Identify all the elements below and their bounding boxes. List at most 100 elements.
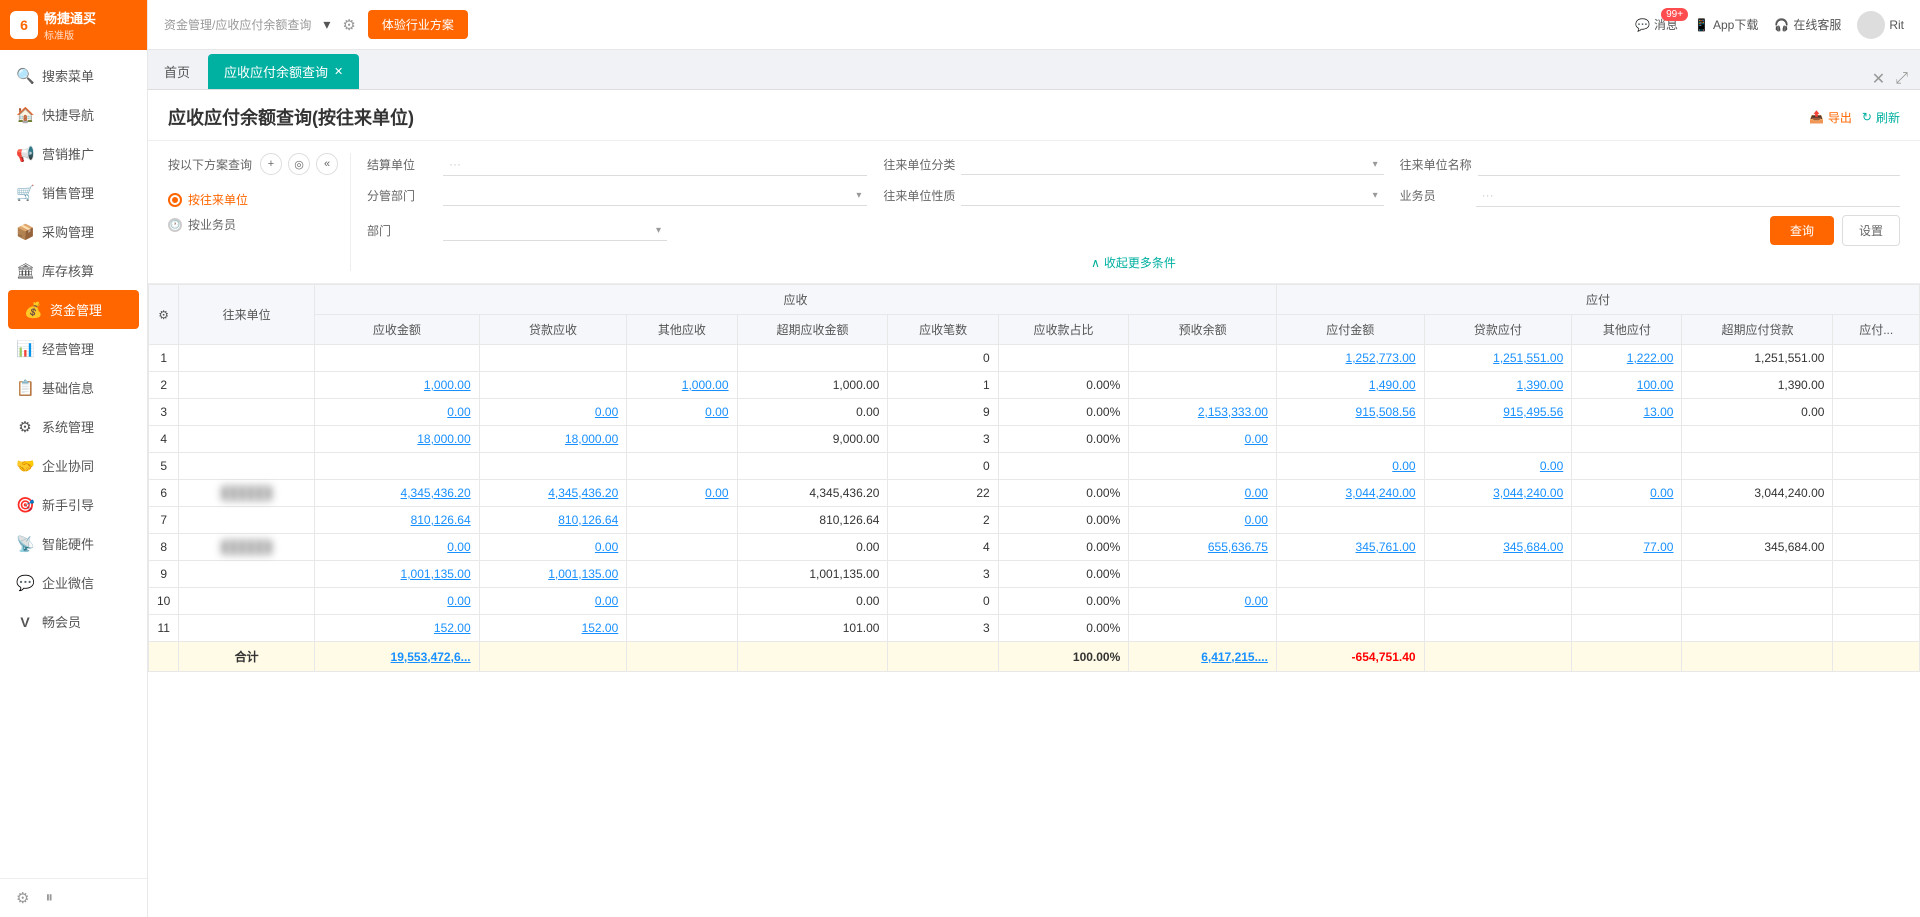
tab-maximize-icon[interactable]: ⤢ — [1895, 70, 1908, 88]
department-arrow: ▾ — [656, 225, 661, 236]
filter-area: 按以下方案查询 + ◎ « 按往来单位 — [148, 141, 1920, 284]
page-header: 应收应付余额查询(按往来单位) 📤 导出 ↻ 刷新 — [148, 90, 1920, 141]
collapse-button[interactable]: ∧ 收起更多条件 — [367, 254, 1900, 271]
sidebar-item-marketing[interactable]: 📢 营销推广 — [0, 134, 147, 173]
sidebar-item-label: 新手引导 — [42, 495, 94, 514]
tab-home-label: 首页 — [164, 62, 190, 81]
tab-close-all-icon[interactable]: ✕ — [1872, 69, 1885, 89]
filter-field-settlement-unit: 结算单位 ··· — [367, 153, 867, 176]
sidebar-item-label: 库存核算 — [42, 261, 94, 280]
dept-select[interactable]: ▾ — [443, 186, 867, 206]
scheme-radio-partner — [168, 193, 182, 207]
table-row: 6██████4,345,436.204,345,436.200.004,345… — [149, 480, 1920, 507]
sidebar-item-basic[interactable]: 📋 基础信息 — [0, 368, 147, 407]
scheme-collapse-icon[interactable]: « — [316, 153, 338, 175]
avatar-image — [1857, 11, 1885, 39]
department-select[interactable]: ▾ — [443, 221, 667, 241]
table-row: 30.000.000.000.0090.00%2,153,333.00915,5… — [149, 399, 1920, 426]
sidebar-item-search[interactable]: 🔍 搜索菜单 — [0, 56, 147, 95]
user-avatar[interactable]: Rit — [1857, 11, 1904, 39]
col-pay-overdue: 超期应付贷款 — [1682, 315, 1833, 345]
settings-button[interactable]: 设置 — [1842, 215, 1900, 246]
sidebar-item-label: 搜索菜单 — [42, 66, 94, 85]
sidebar-item-quicknav[interactable]: 🏠 快捷导航 — [0, 95, 147, 134]
salesperson-input[interactable]: ··· — [1476, 184, 1900, 207]
sidebar-item-finance[interactable]: 💰 资金管理 — [8, 290, 139, 329]
sidebar-item-hardware[interactable]: 📡 智能硬件 — [0, 524, 147, 563]
total-label: 合计 — [179, 642, 315, 672]
sidebar-nav: 🔍 搜索菜单 🏠 快捷导航 📢 营销推广 🛒 销售管理 📦 采购管理 🏛 库存核… — [0, 50, 147, 878]
dept-arrow: ▾ — [856, 190, 861, 201]
table-setting-header[interactable]: ⚙ — [149, 285, 179, 345]
settlement-unit-input[interactable]: ··· — [443, 153, 867, 176]
table-row: 8██████0.000.000.0040.00%655,636.75345,7… — [149, 534, 1920, 561]
messages-button[interactable]: 💬 消息 99+ — [1635, 16, 1678, 33]
col-recv-other: 其他应收 — [627, 315, 737, 345]
sidebar-item-cooperation[interactable]: 🤝 企业协同 — [0, 446, 147, 485]
tab-arbalance[interactable]: 应收应付余额查询 ✕ — [208, 54, 359, 89]
app-icon: 📱 — [1694, 18, 1709, 32]
collapse-footer-icon[interactable]: ⏸ — [45, 889, 53, 907]
scheme-settings-icon[interactable]: ◎ — [288, 153, 310, 175]
sidebar-footer: ⚙ ⏸ — [0, 878, 147, 917]
col-recv-overdue: 超期应收金额 — [737, 315, 888, 345]
query-button[interactable]: 查询 — [1770, 216, 1834, 245]
total-recv-prepay[interactable]: 6,417,215.... — [1129, 642, 1277, 672]
sidebar-item-guide[interactable]: 🎯 新手引导 — [0, 485, 147, 524]
table-row: 500.000.00 — [149, 453, 1920, 480]
logo-icon: 6 — [10, 11, 38, 39]
refresh-button[interactable]: ↻ 刷新 — [1862, 109, 1900, 126]
scheme-option-salesperson[interactable]: 🕐 按业务员 — [168, 212, 338, 237]
hardware-icon: 📡 — [16, 535, 34, 553]
sidebar-item-sales[interactable]: 🛒 销售管理 — [0, 173, 147, 212]
partner-category-select[interactable]: ▾ — [961, 155, 1383, 175]
filter-row-1: 结算单位 ··· 往来单位分类 ▾ — [367, 153, 1900, 176]
home-icon: 🏠 — [16, 106, 34, 124]
scheme-option-partner[interactable]: 按往来单位 — [168, 187, 338, 212]
sidebar-item-vip[interactable]: V 畅会员 — [0, 602, 147, 641]
page-actions: 📤 导出 ↻ 刷新 — [1809, 109, 1900, 126]
sidebar-item-inventory[interactable]: 🏛 库存核算 — [0, 251, 147, 290]
topbar-dropdown-icon[interactable]: ▾ — [323, 16, 330, 33]
action-buttons: 查询 设置 — [683, 215, 1900, 246]
scheme-selector: 按以下方案查询 + ◎ « 按往来单位 — [168, 153, 351, 271]
collapse-label: 收起更多条件 — [1104, 254, 1176, 271]
total-recv-ratio: 100.00% — [998, 642, 1129, 672]
filter-field-partner-category: 往来单位分类 ▾ — [883, 155, 1383, 175]
tabbar: 首页 应收应付余额查询 ✕ ✕ ⤢ — [148, 50, 1920, 90]
sidebar-item-operations[interactable]: 📊 经营管理 — [0, 329, 147, 368]
sidebar-item-label: 系统管理 — [42, 417, 94, 436]
partner-category-arrow: ▾ — [1373, 159, 1378, 170]
sidebar: 6 畅捷通买 标准版 🔍 搜索菜单 🏠 快捷导航 📢 营销推广 🛒 销售管理 📦… — [0, 0, 148, 917]
table-row: 91,001,135.001,001,135.001,001,135.0030.… — [149, 561, 1920, 588]
export-button[interactable]: 📤 导出 — [1809, 109, 1852, 126]
table-setting-icon: ⚙ — [158, 308, 169, 322]
total-recv-amount[interactable]: 19,553,472,6... — [315, 642, 480, 672]
sidebar-item-label: 采购管理 — [42, 222, 94, 241]
tab-arbalance-label: 应收应付余额查询 — [224, 62, 328, 81]
page: 应收应付余额查询(按往来单位) 📤 导出 ↻ 刷新 — [148, 90, 1920, 917]
partner-nature-select[interactable]: ▾ — [961, 186, 1383, 206]
scheme-add-icon[interactable]: + — [260, 153, 282, 175]
inventory-icon: 🏛 — [16, 262, 34, 280]
online-service-button[interactable]: 🎧 在线客服 — [1774, 16, 1841, 33]
table-row: 418,000.0018,000.009,000.0030.00%0.00 — [149, 426, 1920, 453]
filter-fields: 结算单位 ··· 往来单位分类 ▾ — [367, 153, 1900, 271]
app-download-button[interactable]: 📱 App下载 — [1694, 16, 1758, 33]
col-recv-loan: 贷款应收 — [479, 315, 627, 345]
tab-home[interactable]: 首页 — [148, 54, 206, 89]
sidebar-item-system[interactable]: ⚙ 系统管理 — [0, 407, 147, 446]
system-icon: ⚙ — [16, 418, 34, 436]
sales-icon: 🛒 — [16, 184, 34, 202]
settings-footer-icon[interactable]: ⚙ — [16, 889, 29, 907]
sidebar-item-wechat[interactable]: 💬 企业微信 — [0, 563, 147, 602]
scheme-label: 按以下方案查询 — [168, 156, 252, 173]
sidebar-item-label: 基础信息 — [42, 378, 94, 397]
partner-name-input[interactable] — [1478, 153, 1900, 176]
topbar-cta-button[interactable]: 体验行业方案 — [368, 10, 468, 39]
tab-close-icon[interactable]: ✕ — [334, 65, 343, 78]
logo-sub: 标准版 — [44, 27, 74, 42]
sidebar-item-purchase[interactable]: 📦 采购管理 — [0, 212, 147, 251]
topbar-gear-icon[interactable]: ⚙ — [342, 16, 355, 34]
export-label: 导出 — [1828, 109, 1852, 126]
